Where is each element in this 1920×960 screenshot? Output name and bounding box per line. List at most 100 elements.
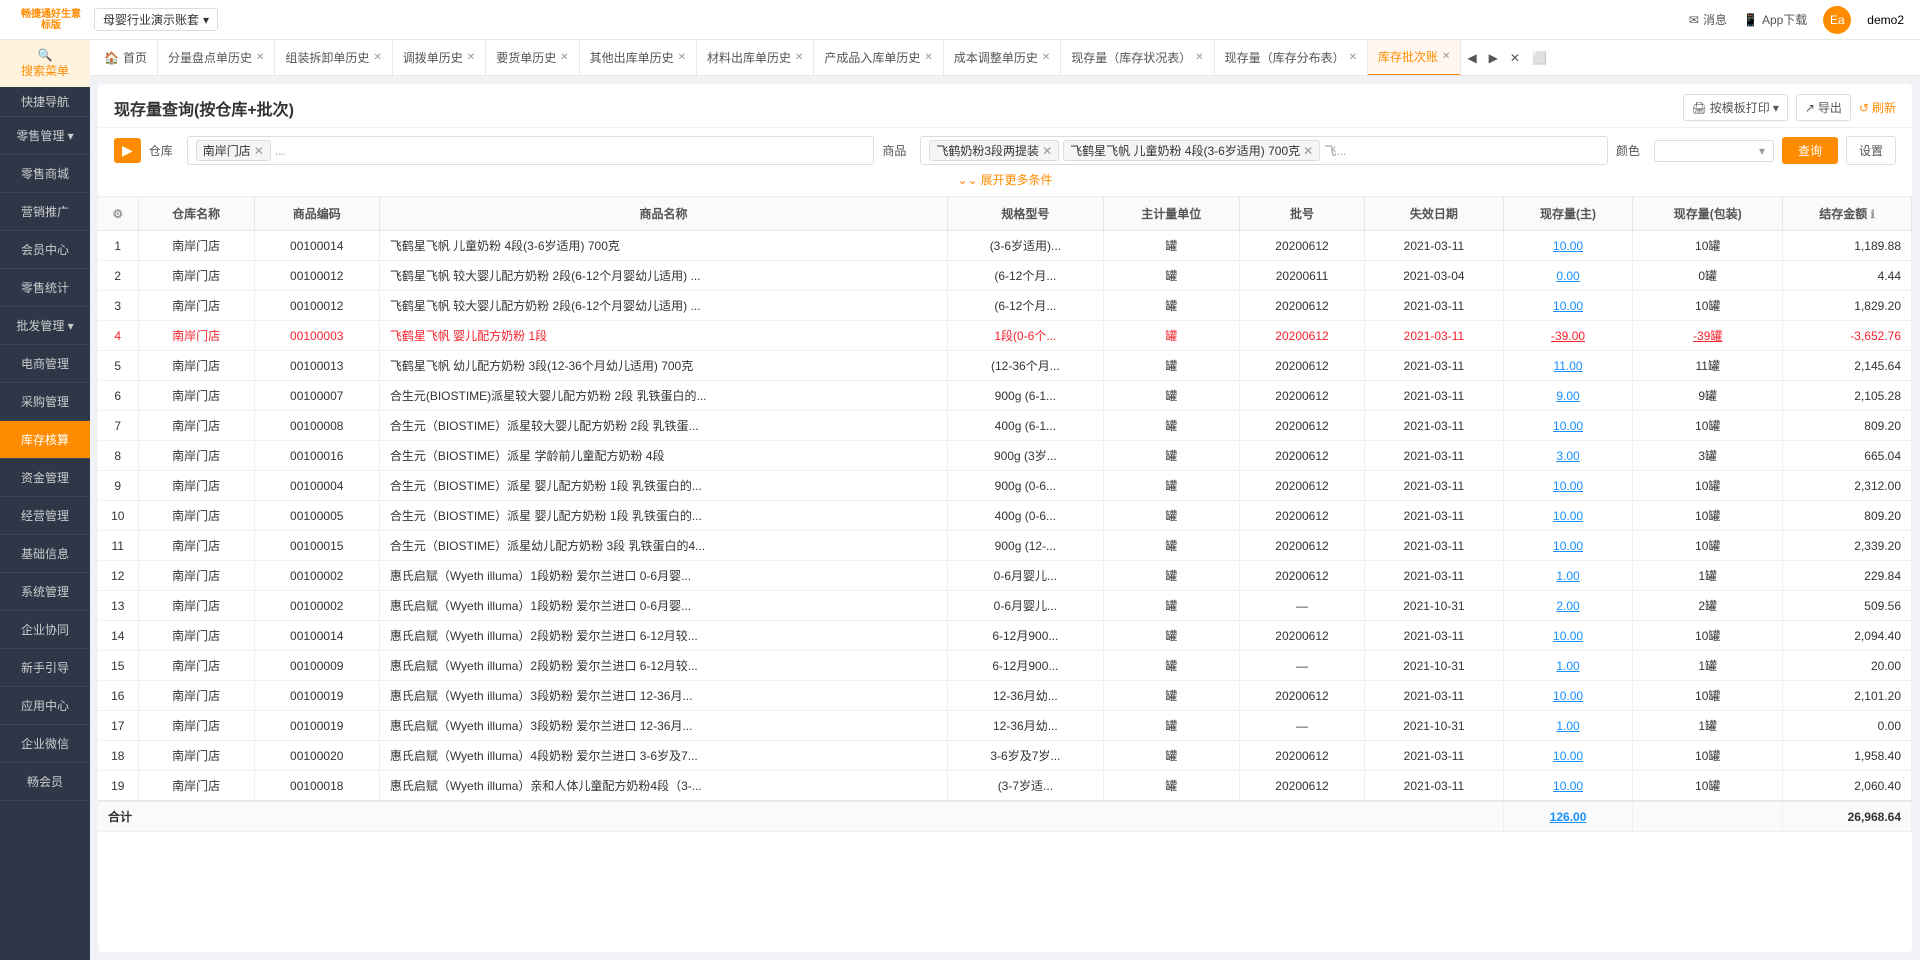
tab-home[interactable]: 🏠 首页 <box>94 40 158 76</box>
close-batch-account-icon[interactable]: ✕ <box>1442 51 1450 62</box>
sidebar-item-purchase[interactable]: 采购管理 <box>0 383 90 421</box>
sidebar-item-operations[interactable]: 经营管理 <box>0 497 90 535</box>
close-demand-icon[interactable]: ✕ <box>560 52 568 63</box>
tab-material-out[interactable]: 材料出库单历史 ✕ <box>697 40 814 76</box>
tab-mix-history[interactable]: 调拨单历史 ✕ <box>393 40 486 76</box>
download-button[interactable]: 📱 App下载 <box>1743 11 1807 28</box>
sidebar-item-members[interactable]: 会员中心 <box>0 231 90 269</box>
avatar[interactable]: Ea <box>1823 6 1851 34</box>
chevron-down-icon: ▾ <box>203 13 209 27</box>
product-tag-2-close[interactable]: ✕ <box>1303 144 1313 158</box>
sidebar-item-retail-shop[interactable]: 零售商城 <box>0 155 90 193</box>
table-cell[interactable]: 9.00 <box>1503 381 1633 411</box>
color-select[interactable]: ▾ <box>1654 140 1774 162</box>
sidebar-item-wholesale[interactable]: 批发管理 ▾ <box>0 307 90 345</box>
product-tag-1[interactable]: 飞鹤奶粉3段两提装 ✕ <box>929 140 1059 161</box>
table-cell[interactable]: 1.00 <box>1503 651 1633 681</box>
table-cell[interactable]: 10.00 <box>1503 411 1633 441</box>
warehouse-filter-container[interactable]: 南岸门店 ✕ ... <box>187 136 875 165</box>
sidebar-shortcut[interactable]: 快捷导航 <box>0 87 90 117</box>
warehouse-tag[interactable]: 南岸门店 ✕ <box>196 140 271 161</box>
settings-icon[interactable]: ⚙ <box>112 207 123 221</box>
product-label: 商品 <box>882 142 912 159</box>
tab-nav-right[interactable]: ▶ <box>1483 51 1504 65</box>
product-tag-1-close[interactable]: ✕ <box>1042 144 1052 158</box>
tab-product-in[interactable]: 产成品入库单历史 ✕ <box>814 40 943 76</box>
tab-stock-dist[interactable]: 现存量（库存分布表） ✕ <box>1215 40 1368 76</box>
table-cell[interactable]: 10.00 <box>1503 531 1633 561</box>
close-product-in-icon[interactable]: ✕ <box>924 52 932 63</box>
table-cell: 罐 <box>1103 561 1239 591</box>
sidebar-item-ecommerce[interactable]: 电商管理 <box>0 345 90 383</box>
table-cell[interactable]: 10.00 <box>1503 741 1633 771</box>
product-filter-container[interactable]: 飞鹤奶粉3段两提装 ✕ 飞鹤星飞帆 儿童奶粉 4段(3-6岁适用) 700克 ✕… <box>920 136 1608 165</box>
close-split-icon[interactable]: ✕ <box>256 52 264 63</box>
message-button[interactable]: ✉ 消息 <box>1689 11 1727 28</box>
export-button[interactable]: ↗ 导出 <box>1796 94 1851 121</box>
product-more[interactable]: 飞... <box>1324 142 1346 159</box>
filter-toggle-button[interactable]: ▶ <box>114 138 141 163</box>
sidebar-item-marketing[interactable]: 营销推广 <box>0 193 90 231</box>
sidebar-item-basics[interactable]: 基础信息 <box>0 535 90 573</box>
tab-disassemble-history[interactable]: 组装拆卸单历史 ✕ <box>275 40 392 76</box>
tab-close-all[interactable]: ✕ <box>1504 51 1526 65</box>
table-cell[interactable]: 1.00 <box>1503 561 1633 591</box>
table-cell[interactable]: 10.00 <box>1503 471 1633 501</box>
table-cell[interactable]: 3.00 <box>1503 441 1633 471</box>
sidebar-item-finance[interactable]: 资金管理 <box>0 459 90 497</box>
close-other-out-icon[interactable]: ✕ <box>678 52 686 63</box>
sidebar-item-inventory[interactable]: 库存核算 <box>0 421 90 459</box>
table-cell[interactable]: 10.00 <box>1503 681 1633 711</box>
sidebar-item-wechat[interactable]: 企业微信 <box>0 725 90 763</box>
table-cell[interactable]: 10.00 <box>1503 771 1633 802</box>
sidebar-item-retail-stats[interactable]: 零售统计 <box>0 269 90 307</box>
tab-batch-account[interactable]: 库存批次账 ✕ <box>1368 40 1461 76</box>
close-stock-status-icon[interactable]: ✕ <box>1195 52 1203 63</box>
footer-stock-total: 126.00 <box>1503 801 1633 832</box>
table-cell: 2021-03-11 <box>1365 231 1504 261</box>
table-cell[interactable]: 10.00 <box>1503 501 1633 531</box>
sidebar-item-retail-mgmt[interactable]: 零售管理 ▾ <box>0 117 90 155</box>
tab-split-history[interactable]: 分量盘点单历史 ✕ <box>158 40 275 76</box>
table-cell[interactable]: -39.00 <box>1503 321 1633 351</box>
sidebar-search[interactable]: 🔍 搜索菜单 <box>0 40 90 87</box>
table-cell[interactable]: 2.00 <box>1503 591 1633 621</box>
tab-cost-adjust[interactable]: 成本调整单历史 ✕ <box>944 40 1061 76</box>
template-print-button[interactable]: 🖨 按模板打印 ▾ <box>1683 94 1788 121</box>
table-cell: 1罐 <box>1633 651 1783 681</box>
table-cell: 00100020 <box>254 741 379 771</box>
table-cell[interactable]: 10.00 <box>1503 291 1633 321</box>
store-selector[interactable]: 母婴行业演示账套 ▾ <box>94 8 218 31</box>
tab-other-out[interactable]: 其他出库单历史 ✕ <box>580 40 697 76</box>
warehouse-tag-close[interactable]: ✕ <box>254 144 264 158</box>
sidebar-item-guide[interactable]: 新手引导 <box>0 649 90 687</box>
product-tag-2[interactable]: 飞鹤星飞帆 儿童奶粉 4段(3-6岁适用) 700克 ✕ <box>1063 140 1320 161</box>
close-stock-dist-icon[interactable]: ✕ <box>1349 52 1357 63</box>
table-cell[interactable]: 10.00 <box>1503 231 1633 261</box>
close-cost-adjust-icon[interactable]: ✕ <box>1042 52 1050 63</box>
sidebar-item-vip[interactable]: 畅会员 <box>0 763 90 801</box>
tab-stock-status[interactable]: 现存量（库存状况表） ✕ <box>1061 40 1214 76</box>
table-cell[interactable]: 0.00 <box>1503 261 1633 291</box>
expand-more-button[interactable]: ⌄⌄ 展开更多条件 <box>957 171 1052 188</box>
th-setting[interactable]: ⚙ <box>98 197 138 231</box>
tab-more[interactable]: ⬜ <box>1526 51 1553 65</box>
table-cell[interactable]: 11.00 <box>1503 351 1633 381</box>
table-cell[interactable]: 10.00 <box>1503 621 1633 651</box>
sidebar-item-app-center[interactable]: 应用中心 <box>0 687 90 725</box>
sidebar-item-system[interactable]: 系统管理 <box>0 573 90 611</box>
setting-button[interactable]: 设置 <box>1846 136 1896 165</box>
close-material-out-icon[interactable]: ✕ <box>795 52 803 63</box>
balance-info-icon[interactable]: ℹ <box>1871 209 1875 221</box>
refresh-button[interactable]: ↺ 刷新 <box>1859 99 1896 116</box>
sidebar-item-enterprise[interactable]: 企业协同 <box>0 611 90 649</box>
close-disassemble-icon[interactable]: ✕ <box>373 52 381 63</box>
table-cell[interactable]: 1.00 <box>1503 711 1633 741</box>
tab-nav-left[interactable]: ◀ <box>1461 51 1482 65</box>
table-cell: 2021-03-11 <box>1365 681 1504 711</box>
warehouse-more[interactable]: ... <box>275 144 285 158</box>
close-mix-icon[interactable]: ✕ <box>467 52 475 63</box>
table-cell: 4 <box>98 321 138 351</box>
tab-demand-history[interactable]: 要货单历史 ✕ <box>486 40 579 76</box>
search-button[interactable]: 查询 <box>1782 137 1838 164</box>
